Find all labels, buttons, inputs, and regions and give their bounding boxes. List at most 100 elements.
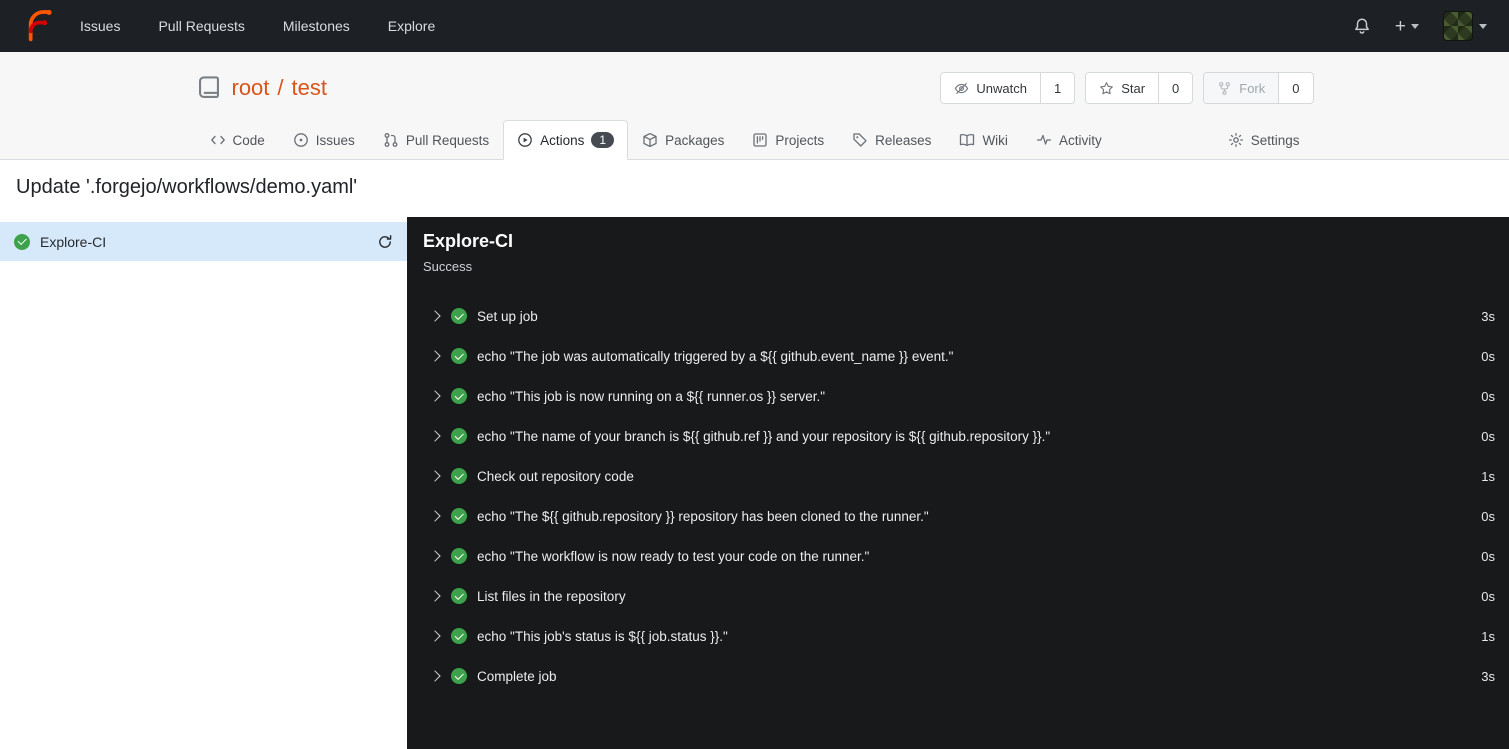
star-label: Star (1121, 80, 1146, 96)
chevron-right-icon[interactable] (429, 510, 441, 522)
repo-name-link[interactable]: test (292, 75, 327, 101)
watch-count[interactable]: 1 (1039, 73, 1074, 103)
tab-projects[interactable]: Projects (738, 120, 838, 160)
step-row[interactable]: Set up job 3s (407, 296, 1509, 336)
step-duration: 0s (1481, 548, 1495, 564)
package-icon (642, 132, 658, 148)
eye-slash-icon (954, 81, 969, 96)
step-duration: 3s (1481, 308, 1495, 324)
tab-releases[interactable]: Releases (838, 120, 945, 160)
top-navbar: Issues Pull Requests Milestones Explore … (0, 0, 1509, 52)
check-circle-icon (451, 468, 467, 484)
star-button[interactable]: Star (1086, 73, 1159, 103)
chevron-right-icon[interactable] (429, 430, 441, 442)
gear-icon (1228, 132, 1244, 148)
step-row[interactable]: echo "The name of your branch is ${{ git… (407, 416, 1509, 456)
chevron-right-icon[interactable] (429, 350, 441, 362)
tab-settings[interactable]: Settings (1214, 120, 1314, 160)
step-name: Complete job (477, 668, 557, 684)
step-duration: 1s (1481, 628, 1495, 644)
check-circle-icon (451, 548, 467, 564)
repo-action-buttons: Unwatch 1 Star 0 Fork 0 (940, 72, 1314, 104)
step-row[interactable]: echo "This job is now running on a ${{ r… (407, 376, 1509, 416)
tab-projects-label: Projects (775, 132, 825, 148)
check-circle-icon (451, 388, 467, 404)
tab-actions[interactable]: Actions 1 (503, 120, 629, 160)
step-name: Set up job (477, 308, 538, 324)
navbar-links: Issues Pull Requests Milestones Explore (80, 18, 435, 34)
create-new-menu[interactable]: + (1395, 17, 1419, 36)
chevron-right-icon[interactable] (429, 470, 441, 482)
log-panel: Explore-CI Success Set up job 3s echo "T… (407, 217, 1509, 749)
log-job-name: Explore-CI (423, 231, 514, 251)
caret-down-icon (1479, 23, 1487, 29)
navbar-item-issues[interactable]: Issues (80, 18, 120, 34)
navbar-item-explore[interactable]: Explore (388, 18, 435, 34)
step-name: echo "This job's status is ${{ job.statu… (477, 628, 728, 644)
tab-wiki[interactable]: Wiki (945, 120, 1022, 160)
step-duration: 0s (1481, 588, 1495, 604)
step-row[interactable]: echo "This job's status is ${{ job.statu… (407, 616, 1509, 656)
plus-icon: + (1394, 15, 1406, 37)
chevron-right-icon[interactable] (429, 670, 441, 682)
log-status: Success (423, 259, 473, 274)
chevron-right-icon[interactable] (429, 630, 441, 642)
fork-label: Fork (1239, 80, 1266, 96)
tab-activity-label: Activity (1058, 132, 1102, 148)
step-row[interactable]: List files in the repository 0s (407, 576, 1509, 616)
tab-pull-requests[interactable]: Pull Requests (369, 120, 503, 160)
step-row[interactable]: echo "The job was automatically triggere… (407, 336, 1509, 376)
tab-issues-label: Issues (315, 132, 355, 148)
job-item-label: Explore-CI (40, 233, 107, 250)
repo-owner-link[interactable]: root (232, 75, 270, 101)
tab-actions-label: Actions (540, 132, 585, 148)
chevron-right-icon[interactable] (429, 390, 441, 402)
step-row[interactable]: Complete job 3s (407, 656, 1509, 696)
star-button-group: Star 0 (1085, 72, 1194, 104)
breadcrumb: root / test (232, 75, 328, 101)
step-duration: 3s (1481, 668, 1495, 684)
step-name: List files in the repository (477, 588, 626, 604)
navbar-right: + (1353, 11, 1487, 41)
tab-packages[interactable]: Packages (628, 120, 738, 160)
step-row[interactable]: echo "The ${{ github.repository }} repos… (407, 496, 1509, 536)
fork-button[interactable]: Fork (1204, 73, 1279, 103)
notifications-bell-icon[interactable] (1353, 17, 1371, 35)
unwatch-button[interactable]: Unwatch (941, 73, 1040, 103)
step-row[interactable]: echo "The workflow is now ready to test … (407, 536, 1509, 576)
breadcrumb-separator: / (277, 75, 284, 100)
repo-title-row: root / test Unwatch 1 Star 0 Fork 0 (196, 52, 1314, 104)
check-circle-icon (451, 508, 467, 524)
fork-count[interactable]: 0 (1278, 73, 1312, 103)
rerun-sync-icon[interactable] (377, 234, 393, 250)
step-duration: 0s (1481, 388, 1495, 404)
step-name: echo "The workflow is now ready to test … (477, 548, 870, 564)
step-duration: 0s (1481, 508, 1495, 524)
forgejo-logo-icon[interactable] (22, 10, 54, 42)
tab-activity[interactable]: Activity (1022, 120, 1116, 160)
fork-button-group: Fork 0 (1203, 72, 1314, 104)
navbar-item-pull-requests[interactable]: Pull Requests (158, 18, 244, 34)
code-icon (210, 132, 226, 148)
tab-issues[interactable]: Issues (279, 120, 369, 160)
actions-count-badge: 1 (591, 132, 615, 148)
run-content: Explore-CI Explore-CI Success Set up job… (0, 217, 1509, 749)
chevron-right-icon[interactable] (429, 550, 441, 562)
navbar-item-milestones[interactable]: Milestones (283, 18, 350, 34)
caret-down-icon (1411, 23, 1419, 29)
project-board-icon (752, 132, 768, 148)
tab-settings-label: Settings (1250, 132, 1300, 148)
user-menu[interactable] (1443, 11, 1487, 41)
chevron-right-icon[interactable] (429, 310, 441, 322)
repo-tabbar: Code Issues Pull Requests Actions 1 Pack… (0, 120, 1509, 160)
repo-header: root / test Unwatch 1 Star 0 Fork 0 Code… (0, 52, 1509, 160)
chevron-right-icon[interactable] (429, 590, 441, 602)
step-duration: 0s (1481, 348, 1495, 364)
star-count[interactable]: 0 (1158, 73, 1192, 103)
book-icon (959, 132, 975, 148)
tab-code[interactable]: Code (196, 120, 279, 160)
fork-icon (1217, 81, 1232, 96)
step-row[interactable]: Check out repository code 1s (407, 456, 1509, 496)
page-title-row: Update '.forgejo/workflows/demo.yaml' (0, 160, 1509, 217)
job-item-explore-ci[interactable]: Explore-CI (0, 222, 407, 261)
